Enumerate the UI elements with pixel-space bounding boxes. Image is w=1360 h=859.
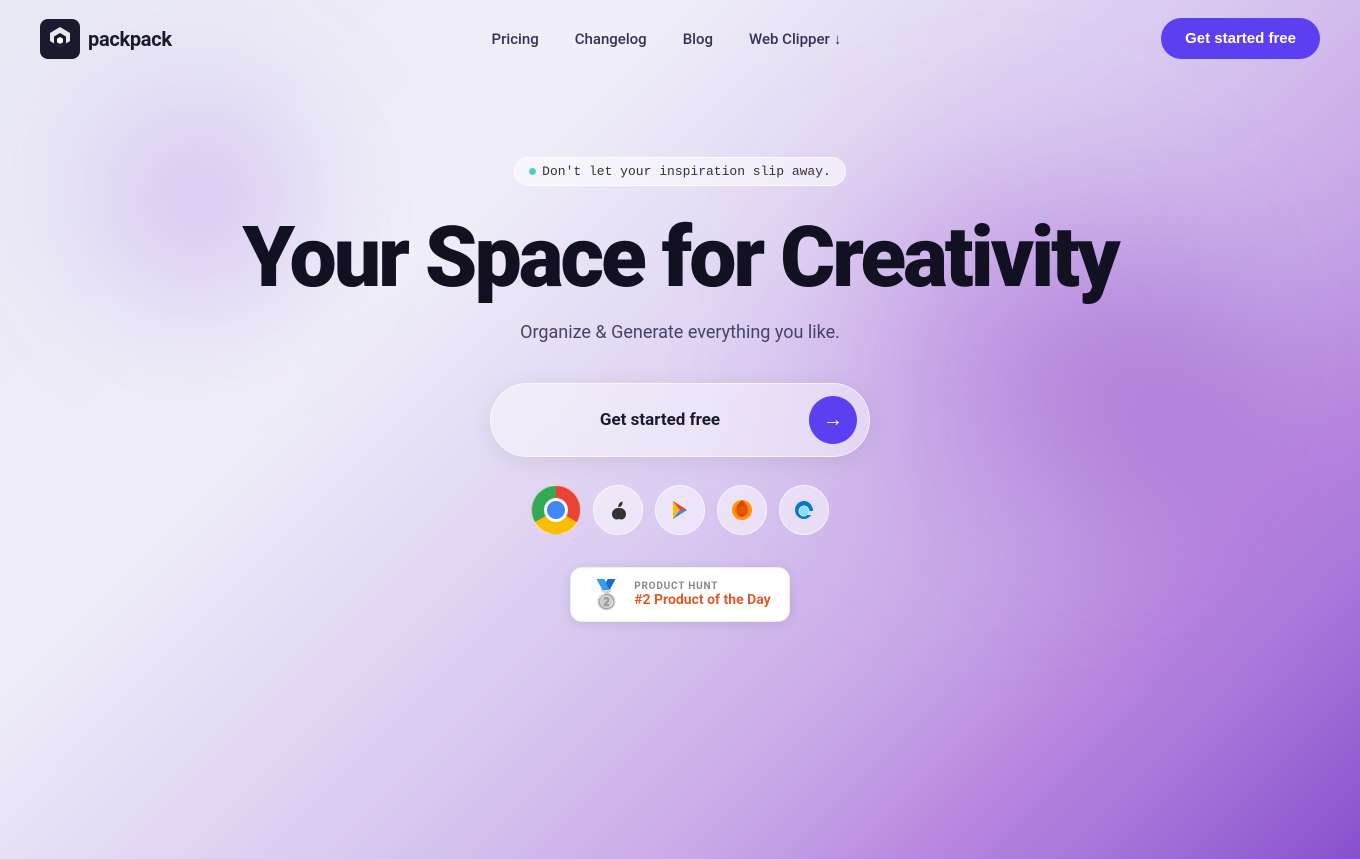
arrow-icon: → bbox=[823, 409, 843, 432]
hero-section: Don't let your inspiration slip away. Yo… bbox=[0, 77, 1360, 622]
ph-rank: #2 Product of the Day bbox=[634, 592, 770, 608]
ph-label: PRODUCT HUNT bbox=[634, 581, 718, 592]
navbar: packpack Pricing Changelog Blog Web Clip… bbox=[0, 0, 1360, 77]
apple-icon[interactable] bbox=[593, 485, 643, 535]
nav-blog[interactable]: Blog bbox=[683, 30, 713, 48]
ph-medal-icon: 🥈 bbox=[589, 578, 624, 611]
chrome-icon[interactable] bbox=[531, 485, 581, 535]
hero-subtitle: Organize & Generate everything you like. bbox=[520, 322, 840, 343]
nav-links: Pricing Changelog Blog Web Clipper ↓ bbox=[492, 30, 842, 48]
cta-container: Get started free → bbox=[490, 383, 870, 457]
logo[interactable]: packpack bbox=[40, 19, 172, 59]
cta-arrow-button[interactable]: → bbox=[809, 396, 857, 444]
firefox-icon[interactable] bbox=[717, 485, 767, 535]
logo-icon bbox=[40, 19, 80, 59]
edge-icon[interactable] bbox=[779, 485, 829, 535]
ph-info: PRODUCT HUNT #2 Product of the Day bbox=[634, 581, 770, 608]
tagline-dot bbox=[529, 168, 536, 175]
nav-web-clipper[interactable]: Web Clipper ↓ bbox=[749, 30, 841, 48]
chevron-down-icon: ↓ bbox=[834, 30, 842, 48]
platform-icons bbox=[531, 485, 829, 535]
logo-text: packpack bbox=[88, 27, 172, 51]
cta-text: Get started free bbox=[531, 410, 789, 430]
google-play-icon[interactable] bbox=[655, 485, 705, 535]
hero-title: Your Space for Creativity bbox=[242, 214, 1117, 302]
nav-pricing[interactable]: Pricing bbox=[492, 30, 539, 48]
nav-changelog[interactable]: Changelog bbox=[575, 30, 647, 48]
tagline-text: Don't let your inspiration slip away. bbox=[542, 164, 831, 179]
nav-cta-button[interactable]: Get started free bbox=[1161, 18, 1320, 59]
tagline-badge: Don't let your inspiration slip away. bbox=[514, 157, 846, 186]
product-hunt-badge[interactable]: 🥈 PRODUCT HUNT #2 Product of the Day bbox=[570, 567, 789, 622]
